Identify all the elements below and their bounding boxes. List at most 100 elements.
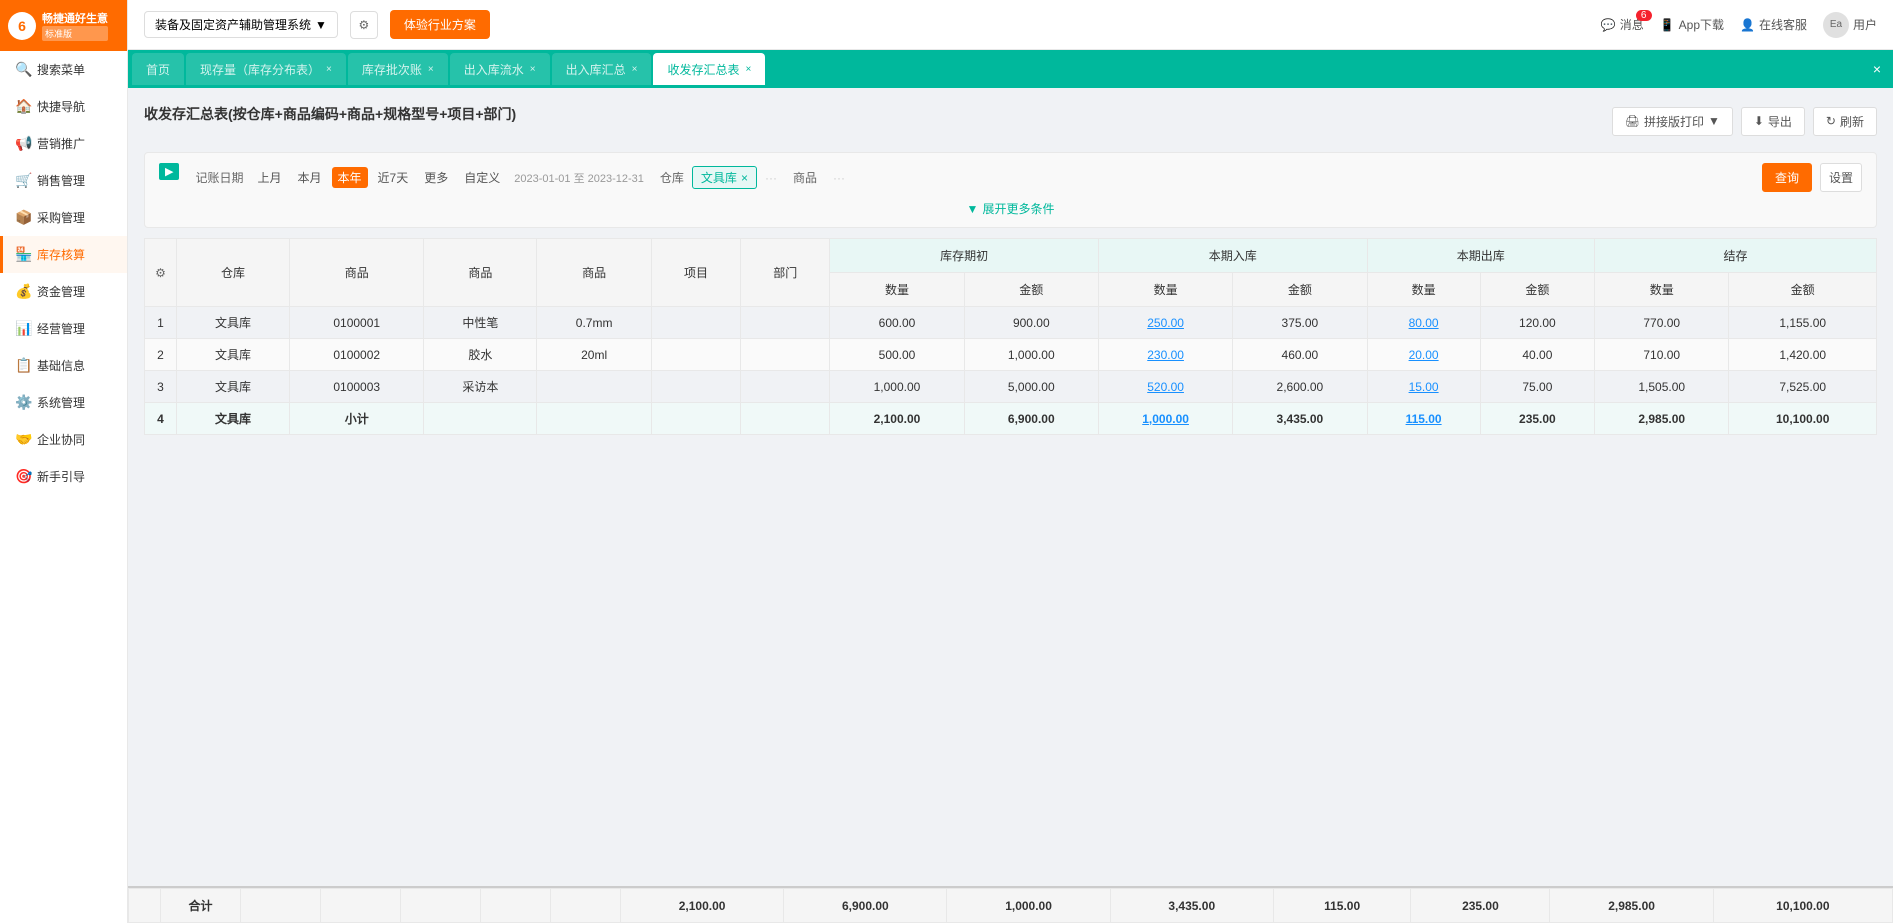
this-year-btn[interactable]: 本年 bbox=[332, 167, 368, 188]
last-7-days-btn[interactable]: 近7天 bbox=[372, 167, 415, 188]
row3-opening-amt: 5,000.00 bbox=[964, 371, 1098, 403]
page-inner: 收发存汇总表(按仓库+商品编码+商品+规格型号+项目+部门) 🖨 拼接版打印 ▼… bbox=[128, 88, 1893, 451]
subtotal-in-qty[interactable]: 1,000.00 bbox=[1098, 403, 1232, 435]
warehouse-tag-remove[interactable]: × bbox=[741, 171, 748, 185]
sidebar-item-inventory[interactable]: 🏪 库存核算 bbox=[0, 236, 127, 273]
row2-in-qty[interactable]: 230.00 bbox=[1098, 339, 1232, 371]
expand-more-conditions-btn[interactable]: ▼ 展开更多条件 bbox=[967, 200, 1055, 217]
row1-dept bbox=[741, 307, 830, 339]
sidebar-item-enterprise[interactable]: 🤝 企业协同 bbox=[0, 421, 127, 458]
sidebar-item-system[interactable]: ⚙️ 系统管理 bbox=[0, 384, 127, 421]
row2-project bbox=[651, 339, 740, 371]
col-out-group: 本期出库 bbox=[1367, 239, 1595, 273]
row3-name: 采访本 bbox=[424, 371, 537, 403]
col-name-header: 商品 bbox=[424, 239, 537, 307]
settings-gear-button[interactable]: ⚙ bbox=[350, 11, 378, 39]
footer-closing-amt: 10,100.00 bbox=[1713, 889, 1892, 923]
col-out-amt: 金额 bbox=[1480, 273, 1594, 307]
row3-project bbox=[651, 371, 740, 403]
row3-in-qty[interactable]: 520.00 bbox=[1098, 371, 1232, 403]
query-button[interactable]: 查询 bbox=[1762, 163, 1812, 192]
footer-col0 bbox=[129, 889, 161, 923]
date-quick-buttons: 上月 本月 本年 近7天 更多 自定义 bbox=[251, 167, 506, 188]
expand-more-row: ▼ 展开更多条件 bbox=[159, 200, 1862, 217]
sidebar-item-guide[interactable]: 🎯 新手引导 bbox=[0, 458, 127, 495]
row2-opening-qty: 500.00 bbox=[830, 339, 964, 371]
subtotal-col3 bbox=[424, 403, 537, 435]
sidebar-nav: 🔍 搜索菜单 🏠 快捷导航 📢 营销推广 🛒 销售管理 📦 采购管理 🏪 库存核… bbox=[0, 51, 127, 923]
footer-table: 合计 2,100.00 6,900.00 1,000.00 3,435.00 1… bbox=[128, 888, 1893, 923]
print-button[interactable]: 🖨 拼接版打印 ▼ bbox=[1612, 107, 1733, 136]
row3-out-qty[interactable]: 15.00 bbox=[1367, 371, 1480, 403]
tab-inventory-dist-close[interactable]: × bbox=[326, 64, 332, 75]
refresh-button[interactable]: ↻ 刷新 bbox=[1813, 107, 1877, 136]
warehouse-more-btn[interactable]: ··· bbox=[765, 171, 777, 185]
warehouse-tag-text: 文具库 bbox=[701, 169, 737, 186]
footer-label: 合计 bbox=[161, 889, 241, 923]
sidebar-item-marketing[interactable]: 📢 营销推广 bbox=[0, 125, 127, 162]
sidebar-item-purchase[interactable]: 📦 采购管理 bbox=[0, 199, 127, 236]
row2-out-qty[interactable]: 20.00 bbox=[1367, 339, 1480, 371]
last-month-btn[interactable]: 上月 bbox=[251, 167, 287, 188]
sidebar-item-finance[interactable]: 💰 资金管理 bbox=[0, 273, 127, 310]
tab-summary[interactable]: 出入库汇总 × bbox=[552, 53, 652, 85]
goods-more-btn[interactable]: ··· bbox=[833, 171, 845, 185]
tab-home[interactable]: 首页 bbox=[132, 53, 184, 85]
tab-flow-close[interactable]: × bbox=[530, 64, 536, 75]
table-row: 3 文具库 0100003 采访本 1,000.00 5,000.00 520.… bbox=[145, 371, 1877, 403]
sidebar-item-sales[interactable]: 🛒 销售管理 bbox=[0, 162, 127, 199]
custom-date-btn[interactable]: 自定义 bbox=[458, 167, 506, 188]
tab-summary-close[interactable]: × bbox=[632, 64, 638, 75]
this-month-btn[interactable]: 本月 bbox=[292, 167, 328, 188]
row1-code: 0100001 bbox=[290, 307, 424, 339]
table-wrapper: 收发存汇总表(按仓库+商品编码+商品+规格型号+项目+部门) 🖨 拼接版打印 ▼… bbox=[128, 88, 1893, 886]
row2-no: 2 bbox=[145, 339, 177, 371]
column-settings-button[interactable]: 设置 bbox=[1820, 163, 1862, 192]
footer-col3 bbox=[321, 889, 401, 923]
tab-flow-label: 出入库流水 bbox=[464, 61, 524, 78]
tab-inventory-dist[interactable]: 现存量（库存分布表） × bbox=[186, 53, 346, 85]
sidebar-item-search[interactable]: 🔍 搜索菜单 bbox=[0, 51, 127, 88]
tab-recv-send[interactable]: 收发存汇总表 × bbox=[653, 53, 765, 85]
tab-flow[interactable]: 出入库流水 × bbox=[450, 53, 550, 85]
tab-batch-close[interactable]: × bbox=[428, 64, 434, 75]
enterprise-icon: 🤝 bbox=[15, 431, 31, 448]
system-selector[interactable]: 装备及固定资产辅助管理系统 ▼ bbox=[144, 11, 338, 38]
row1-out-qty[interactable]: 80.00 bbox=[1367, 307, 1480, 339]
warehouse-tag[interactable]: 文具库 × bbox=[692, 166, 757, 189]
row1-in-amt: 375.00 bbox=[1233, 307, 1367, 339]
close-all-tabs-button[interactable]: × bbox=[1865, 61, 1889, 77]
row3-opening-qty: 1,000.00 bbox=[830, 371, 964, 403]
print-icon: 🖨 bbox=[1625, 114, 1640, 128]
sidebar-item-quick-nav[interactable]: 🏠 快捷导航 bbox=[0, 88, 127, 125]
page-title: 收发存汇总表(按仓库+商品编码+商品+规格型号+项目+部门) bbox=[144, 104, 516, 124]
sidebar-item-basic[interactable]: 📋 基础信息 bbox=[0, 347, 127, 384]
row1-closing-qty: 770.00 bbox=[1595, 307, 1729, 339]
sales-icon: 🛒 bbox=[15, 172, 31, 189]
more-date-btn[interactable]: 更多 bbox=[418, 167, 454, 188]
col-closing-amt: 金额 bbox=[1729, 273, 1877, 307]
col-opening-group: 库存期初 bbox=[830, 239, 1099, 273]
tab-batch[interactable]: 库存批次账 × bbox=[348, 53, 448, 85]
subtotal-out-qty[interactable]: 115.00 bbox=[1367, 403, 1480, 435]
footer-in-qty: 1,000.00 bbox=[947, 889, 1110, 923]
col-settings-icon[interactable]: ⚙ bbox=[155, 266, 166, 280]
export-button[interactable]: ⬇ 导出 bbox=[1741, 107, 1805, 136]
online-service-button[interactable]: 👤 在线客服 bbox=[1740, 16, 1807, 33]
col-opening-amt: 金额 bbox=[964, 273, 1098, 307]
app-download-button[interactable]: 📱 App下载 bbox=[1660, 16, 1724, 33]
tab-recv-send-close[interactable]: × bbox=[745, 64, 751, 75]
messages-button[interactable]: 💬 消息 6 bbox=[1601, 16, 1644, 33]
refresh-icon: ↻ bbox=[1826, 114, 1836, 128]
filter-expand-button[interactable]: ▶ bbox=[159, 163, 179, 180]
row2-code: 0100002 bbox=[290, 339, 424, 371]
col-in-amt: 金额 bbox=[1233, 273, 1367, 307]
col-settings-header: ⚙ bbox=[145, 239, 177, 307]
sidebar-item-operations[interactable]: 📊 经营管理 bbox=[0, 310, 127, 347]
row1-in-qty[interactable]: 250.00 bbox=[1098, 307, 1232, 339]
trial-button[interactable]: 体验行业方案 bbox=[390, 10, 490, 39]
user-profile-button[interactable]: Ea 用户 bbox=[1823, 12, 1877, 38]
row1-name: 中性笔 bbox=[424, 307, 537, 339]
row1-warehouse: 文具库 bbox=[177, 307, 290, 339]
footer-opening-qty: 2,100.00 bbox=[621, 889, 784, 923]
